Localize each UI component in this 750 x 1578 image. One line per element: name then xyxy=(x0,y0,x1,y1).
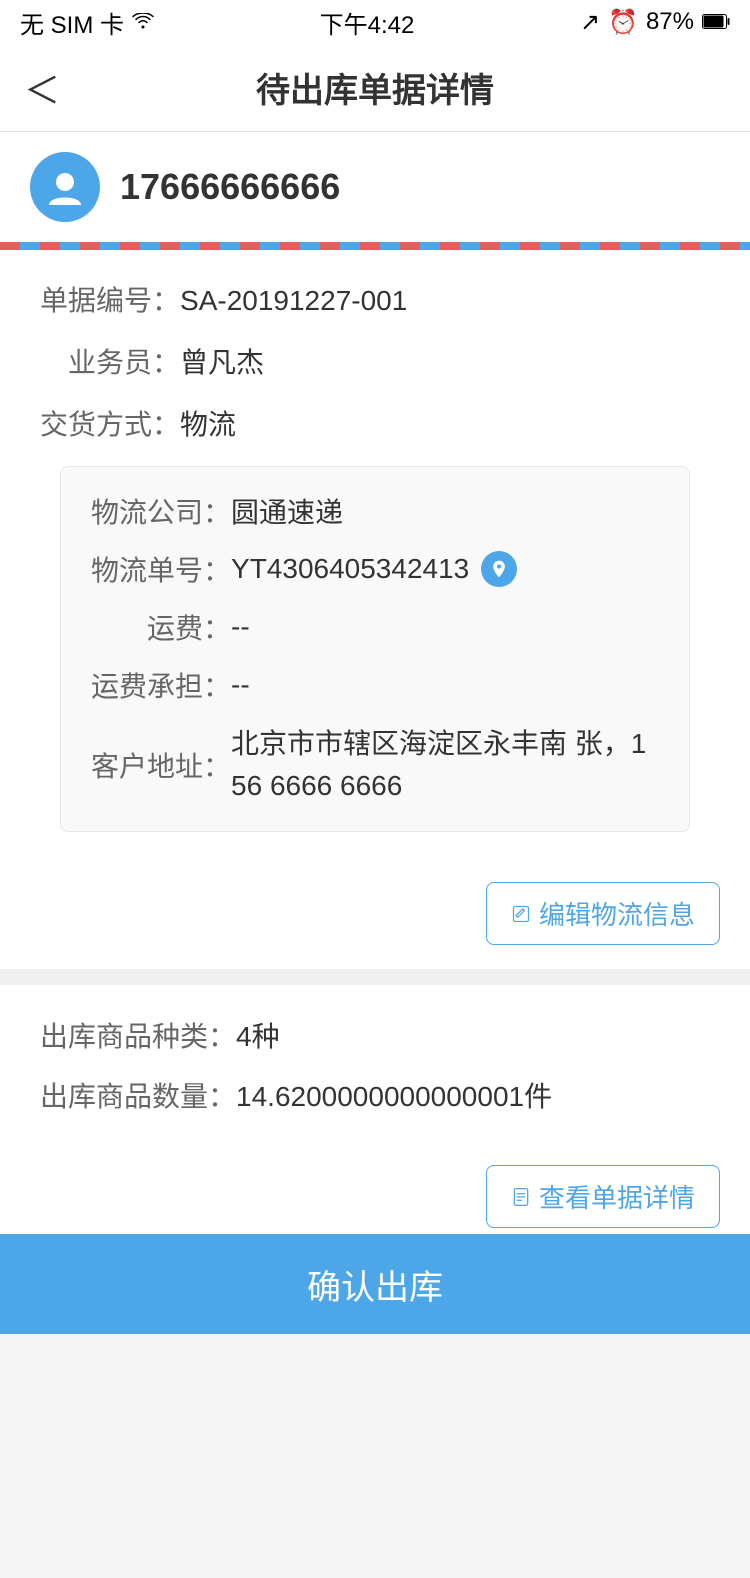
order-number-label: 单据编号： xyxy=(40,280,180,322)
content-area: 17666666666 单据编号： SA-20191227-001 业务员： 曾… xyxy=(0,132,750,1578)
salesperson-value: 曾凡杰 xyxy=(180,342,710,384)
section-divider xyxy=(0,969,750,985)
carrier-label: 无 SIM 卡 xyxy=(20,5,124,40)
nav-bar: ＜ 待出库单据详情 xyxy=(0,44,750,132)
goods-type-label: 出库商品种类： xyxy=(40,1015,236,1055)
address-row: 客户地址： 北京市市辖区海淀区永丰南 张，156 6666 6666 xyxy=(91,723,659,807)
edit-icon xyxy=(511,904,531,924)
edit-logistics-button[interactable]: 编辑物流信息 xyxy=(486,882,720,945)
status-right: ↗ ⏰ 87% xyxy=(580,8,730,37)
goods-type-value: 4种 xyxy=(236,1015,280,1055)
freight-bearer-value: -- xyxy=(231,669,659,701)
logistics-tracking-label: 物流单号： xyxy=(91,549,231,589)
goods-type-row: 出库商品种类： 4种 xyxy=(40,1015,710,1055)
salesperson-row: 业务员： 曾凡杰 xyxy=(40,342,710,384)
confirm-outbound-button[interactable]: 确认出库 xyxy=(0,1234,750,1334)
confirm-outbound-label: 确认出库 xyxy=(307,1260,443,1309)
customer-card: 17666666666 xyxy=(0,132,750,242)
tracking-row: YT43064053424​13 xyxy=(231,551,517,587)
view-detail-label: 查看单据详情 xyxy=(539,1178,695,1215)
edit-logistics-label: 编辑物流信息 xyxy=(539,895,695,932)
logistics-company-row: 物流公司： 圆通速递 xyxy=(91,491,659,531)
page-title: 待出库单据详情 xyxy=(256,63,494,112)
order-number-row: 单据编号： SA-20191227-001 xyxy=(40,280,710,322)
document-icon xyxy=(511,1187,531,1207)
delivery-method-row: 交货方式： 物流 xyxy=(40,404,710,446)
status-time: 下午4:42 xyxy=(320,5,415,40)
address-label: 客户地址： xyxy=(91,745,231,785)
freight-bearer-row: 运费承担： -- xyxy=(91,665,659,705)
avatar xyxy=(30,152,100,222)
delivery-method-value: 物流 xyxy=(180,404,710,446)
goods-quantity-value: 14.62000000000000​01件 xyxy=(236,1075,552,1115)
logistics-company-value: 圆通速递 xyxy=(231,491,659,531)
freight-bearer-label: 运费承担： xyxy=(91,665,231,705)
goods-section: 出库商品种类： 4种 出库商品数量： 14.62000000000000​01件 xyxy=(0,985,750,1145)
edit-logistics-row: 编辑物流信息 xyxy=(0,862,750,969)
order-info-section: 单据编号： SA-20191227-001 业务员： 曾凡杰 交货方式： 物流 … xyxy=(0,250,750,862)
logistics-card: 物流公司： 圆通速递 物流单号： YT43064053424​13 运费： -- xyxy=(60,466,690,832)
goods-quantity-label: 出库商品数量： xyxy=(40,1075,236,1115)
customer-phone: 17666666666 xyxy=(120,166,340,208)
freight-value: -- xyxy=(231,611,659,643)
status-left: 无 SIM 卡 xyxy=(20,5,154,40)
dashed-divider xyxy=(0,242,750,250)
status-bar: 无 SIM 卡 下午4:42 ↗ ⏰ 87% xyxy=(0,0,750,44)
wifi-icon xyxy=(132,8,154,36)
logistics-tracking-row: 物流单号： YT43064053424​13 xyxy=(91,549,659,589)
salesperson-label: 业务员： xyxy=(40,342,180,384)
back-button[interactable]: ＜ xyxy=(24,62,60,114)
battery-label: 87% xyxy=(646,8,694,36)
freight-row: 运费： -- xyxy=(91,607,659,647)
freight-label: 运费： xyxy=(91,607,231,647)
location-arrow-icon: ↗ xyxy=(580,8,600,37)
view-detail-button[interactable]: 查看单据详情 xyxy=(486,1165,720,1228)
tracking-location-button[interactable] xyxy=(481,551,517,587)
order-number-value: SA-20191227-001 xyxy=(180,280,710,322)
delivery-method-label: 交货方式： xyxy=(40,404,180,446)
goods-quantity-row: 出库商品数量： 14.62000000000000​01件 xyxy=(40,1075,710,1115)
battery-icon xyxy=(702,8,730,36)
alarm-icon: ⏰ xyxy=(608,8,638,37)
address-value: 北京市市辖区海淀区永丰南 张，156 6666 6666 xyxy=(231,723,659,807)
tracking-number: YT43064053424​13 xyxy=(231,553,469,585)
logistics-company-label: 物流公司： xyxy=(91,491,231,531)
